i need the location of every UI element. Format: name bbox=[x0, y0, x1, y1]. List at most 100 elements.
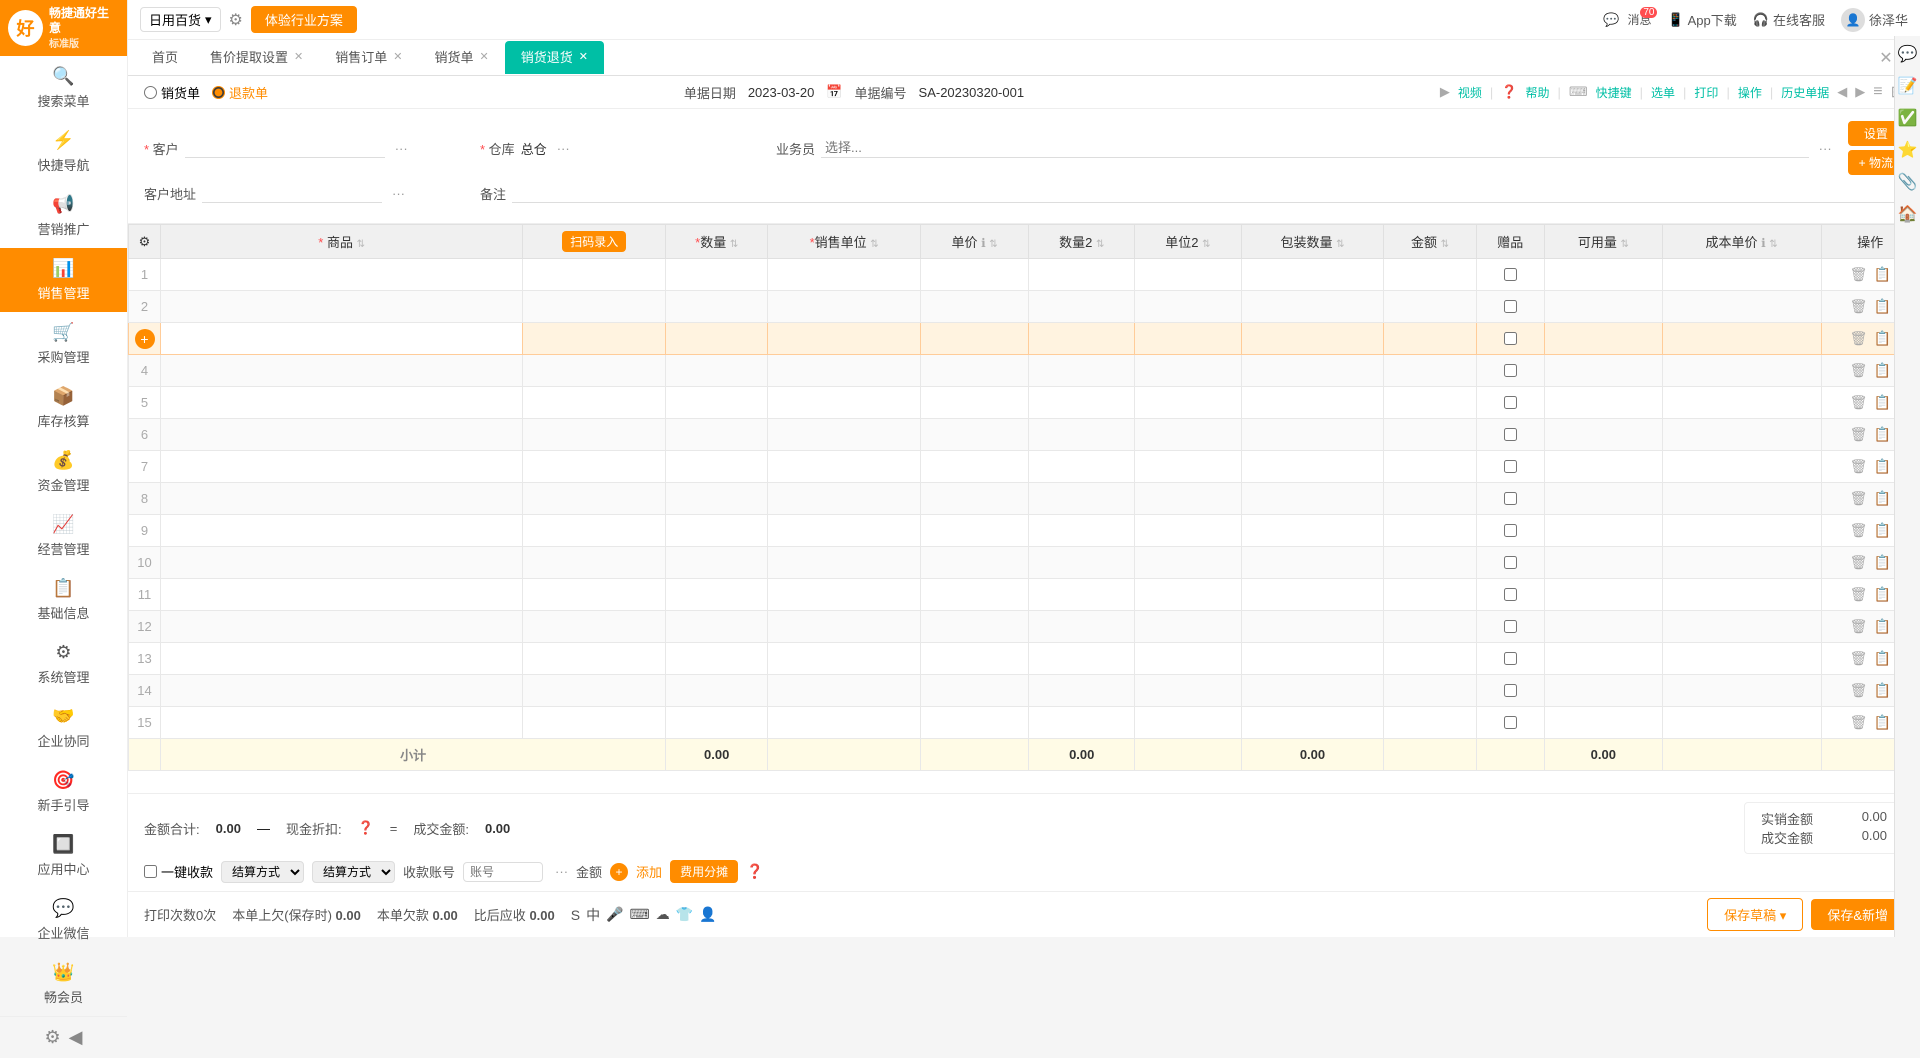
pack-qty-cell-1[interactable] bbox=[1241, 259, 1384, 291]
remark-input[interactable] bbox=[512, 183, 1904, 203]
user-avatar[interactable]: 👤 徐泽华 bbox=[1841, 8, 1908, 32]
account-input[interactable] bbox=[463, 862, 543, 882]
qty-cell-3[interactable] bbox=[666, 323, 768, 355]
collapse-icon[interactable]: ◀ bbox=[69, 1027, 83, 1048]
nav-next-icon[interactable]: ▶ bbox=[1855, 84, 1865, 100]
cost-price-cell-3[interactable] bbox=[1662, 323, 1821, 355]
available-cell-3[interactable] bbox=[1545, 323, 1663, 355]
sidebar-item-quick-nav[interactable]: ⚡ 快捷导航 bbox=[0, 120, 127, 184]
amount-cell-2[interactable] bbox=[1384, 291, 1476, 323]
online-service-btn[interactable]: 🎧 在线客服 bbox=[1753, 10, 1825, 29]
address-dots[interactable]: ··· bbox=[392, 186, 405, 201]
operate-link[interactable]: 操作 bbox=[1738, 84, 1762, 101]
delete-icon[interactable]: 🗑 bbox=[1850, 522, 1868, 539]
sales-unit-cell-3[interactable] bbox=[768, 323, 921, 355]
copy-icon[interactable]: 📋 bbox=[1873, 682, 1890, 699]
cost-price-cell-1[interactable] bbox=[1662, 259, 1821, 291]
save-draft-btn[interactable]: 保存草稿 ▾ bbox=[1707, 898, 1803, 931]
tab-sales-return-close[interactable]: ✕ bbox=[579, 50, 588, 63]
copy-icon[interactable]: 📋 bbox=[1873, 586, 1890, 603]
one-key-collect-checkbox[interactable]: 一键收款 bbox=[144, 862, 213, 881]
right-icon-2[interactable]: 📝 bbox=[1898, 76, 1918, 96]
sidebar-item-guide[interactable]: 🎯 新手引导 bbox=[0, 760, 127, 824]
copy-icon[interactable]: 📋 bbox=[1873, 714, 1890, 731]
sidebar-item-enterprise[interactable]: 🤝 企业协同 bbox=[0, 696, 127, 760]
message-btn[interactable]: 💬 70 消息 bbox=[1603, 11, 1651, 28]
col-goods-sort[interactable]: ⇅ bbox=[357, 239, 365, 250]
sidebar-item-sales[interactable]: 📊 销售管理 bbox=[0, 248, 127, 312]
unit-price-cell-3[interactable] bbox=[921, 323, 1029, 355]
available-cell-1[interactable] bbox=[1545, 259, 1663, 291]
qty2-cell-2[interactable] bbox=[1029, 291, 1135, 323]
tab-sales-order[interactable]: 销售订单 ✕ bbox=[319, 41, 418, 74]
delete-icon[interactable]: 🗑 bbox=[1850, 650, 1868, 667]
sidebar-item-member[interactable]: 👑 畅会员 bbox=[0, 952, 127, 1016]
radio-return-bill[interactable]: 退款单 bbox=[212, 83, 268, 102]
radio-sales-bill[interactable]: 销货单 bbox=[144, 83, 200, 102]
sidebar-item-basic-info[interactable]: 📋 基础信息 bbox=[0, 568, 127, 632]
sidebar-item-inventory[interactable]: 📦 库存核算 bbox=[0, 376, 127, 440]
goods-cell-1[interactable] bbox=[161, 259, 523, 291]
right-icon-3[interactable]: ✅ bbox=[1898, 108, 1918, 128]
gift-cell-3[interactable] bbox=[1476, 323, 1545, 355]
delete-icon[interactable]: 🗑 bbox=[1850, 554, 1868, 571]
salesperson-input[interactable] bbox=[821, 138, 1809, 158]
sidebar-item-purchase[interactable]: 🛒 采购管理 bbox=[0, 312, 127, 376]
col-cost-price-sort[interactable]: ⇅ bbox=[1769, 239, 1777, 250]
customer-input[interactable] bbox=[185, 138, 385, 158]
experience-btn[interactable]: 体验行业方案 bbox=[251, 6, 357, 33]
tab-price-extract-close[interactable]: ✕ bbox=[294, 50, 303, 63]
cost-price-info-icon[interactable]: ℹ bbox=[1761, 236, 1766, 250]
right-icon-5[interactable]: 📎 bbox=[1898, 172, 1918, 192]
delete-icon[interactable]: 🗑 bbox=[1850, 714, 1868, 731]
col-qty-sort[interactable]: ⇅ bbox=[730, 239, 738, 250]
copy-icon[interactable]: 📋 bbox=[1873, 554, 1890, 571]
sidebar-item-marketing[interactable]: 📢 营销推广 bbox=[0, 184, 127, 248]
right-icon-4[interactable]: ⭐ bbox=[1898, 140, 1918, 160]
delete-icon-1[interactable]: 🗑 bbox=[1850, 266, 1868, 283]
pack-qty-cell-2[interactable] bbox=[1241, 291, 1384, 323]
copy-icon[interactable]: 📋 bbox=[1873, 618, 1890, 635]
unit-price-cell-2[interactable] bbox=[921, 291, 1029, 323]
col-scan[interactable]: 扫码录入 bbox=[523, 225, 666, 259]
right-icon-6[interactable]: 🏠 bbox=[1898, 204, 1918, 224]
goods-cell-3[interactable] bbox=[161, 323, 523, 355]
tab-sales-order-close[interactable]: ✕ bbox=[393, 50, 402, 63]
tab-sales-return[interactable]: 销货退货 ✕ bbox=[505, 41, 604, 74]
copy-icon-3[interactable]: 📋 bbox=[1873, 330, 1890, 347]
qty2-cell-3[interactable] bbox=[1029, 323, 1135, 355]
industry-select[interactable]: 日用百货 ▾ bbox=[140, 7, 221, 32]
app-download-btn[interactable]: 📱 App下载 bbox=[1667, 10, 1736, 29]
col-available-sort[interactable]: ⇅ bbox=[1620, 239, 1628, 250]
calendar-icon[interactable]: 📅 bbox=[826, 84, 842, 100]
copy-icon-2[interactable]: 📋 bbox=[1873, 298, 1890, 315]
save-new-btn[interactable]: 保存&新增 bbox=[1811, 899, 1904, 930]
settle-method-select[interactable]: 结算方式 bbox=[221, 861, 304, 883]
col-pack-qty-sort[interactable]: ⇅ bbox=[1336, 239, 1344, 250]
delete-icon[interactable]: 🗑 bbox=[1850, 458, 1868, 475]
copy-icon[interactable]: 📋 bbox=[1873, 650, 1890, 667]
sales-unit-cell-2[interactable] bbox=[768, 291, 921, 323]
tab-sales-bill-close[interactable]: ✕ bbox=[480, 50, 489, 63]
select-link[interactable]: 选单 bbox=[1651, 84, 1675, 101]
amount-cell-1[interactable] bbox=[1384, 259, 1476, 291]
delete-icon[interactable]: 🗑 bbox=[1850, 362, 1868, 379]
add-payment-btn[interactable]: + bbox=[610, 863, 628, 881]
video-link[interactable]: 视频 bbox=[1458, 84, 1482, 101]
delete-icon[interactable]: 🗑 bbox=[1850, 586, 1868, 603]
unit2-cell-2[interactable] bbox=[1135, 291, 1241, 323]
delete-icon[interactable]: 🗑 bbox=[1850, 426, 1868, 443]
delete-icon-3[interactable]: 🗑 bbox=[1850, 330, 1868, 347]
right-icon-1[interactable]: 💬 bbox=[1898, 44, 1918, 64]
help-link[interactable]: 帮助 bbox=[1525, 84, 1549, 101]
tab-home[interactable]: 首页 bbox=[136, 41, 194, 74]
tab-sales-bill[interactable]: 销货单 ✕ bbox=[418, 41, 504, 74]
sidebar-item-finance[interactable]: 💰 资金管理 bbox=[0, 440, 127, 504]
unit2-cell-1[interactable] bbox=[1135, 259, 1241, 291]
unit-price-cell-1[interactable] bbox=[921, 259, 1029, 291]
history-link[interactable]: 历史单据 bbox=[1781, 84, 1829, 101]
copy-icon[interactable]: 📋 bbox=[1873, 522, 1890, 539]
copy-icon[interactable]: 📋 bbox=[1873, 362, 1890, 379]
address-input[interactable] bbox=[202, 183, 382, 203]
scan-btn[interactable]: 扫码录入 bbox=[562, 231, 626, 252]
